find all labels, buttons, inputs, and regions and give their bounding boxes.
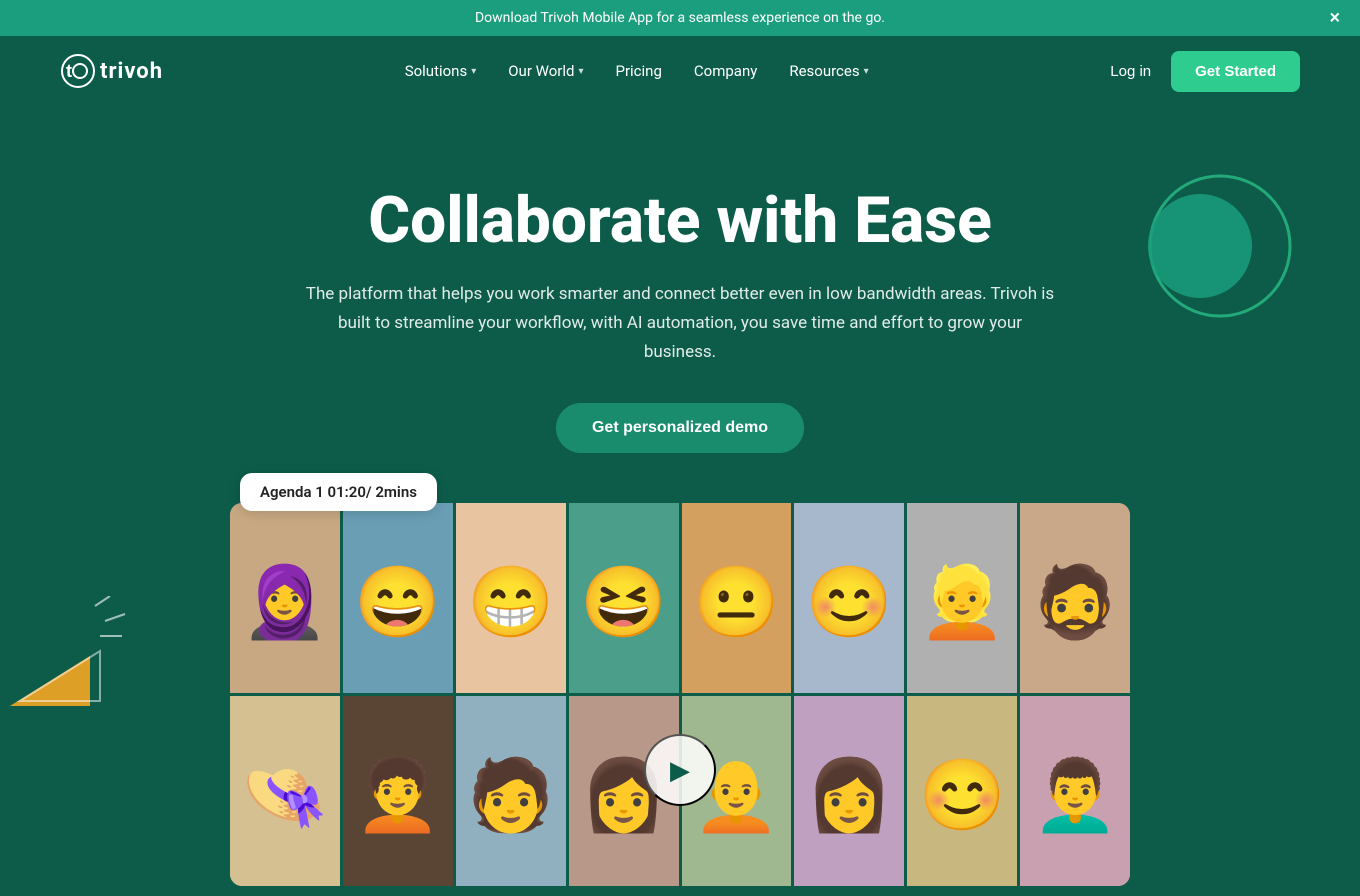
video-cell: 😁 xyxy=(456,503,566,693)
chevron-down-icon: ▾ xyxy=(471,66,476,77)
video-cell: 👱 xyxy=(907,503,1017,693)
close-announcement-button[interactable]: × xyxy=(1329,8,1340,29)
logo[interactable]: t trivoh xyxy=(60,53,163,89)
chevron-down-icon: ▾ xyxy=(864,66,869,77)
logo-text: trivoh xyxy=(100,59,163,84)
video-cell: 👩 xyxy=(794,696,904,886)
nav-right: Log in Get Started xyxy=(1110,51,1300,92)
chevron-down-icon: ▾ xyxy=(578,66,583,77)
video-cell: 😆 xyxy=(569,503,679,693)
video-cell: 🧔 xyxy=(1020,503,1130,693)
video-cell: 👒 xyxy=(230,696,340,886)
login-button[interactable]: Log in xyxy=(1110,63,1151,80)
video-cell: 😊 xyxy=(907,696,1017,886)
video-cell: 🧑‍🦱 xyxy=(343,696,453,886)
decoration-triangle xyxy=(0,596,130,716)
video-cell: 😐 xyxy=(682,503,792,693)
nav-our-world[interactable]: Our World ▾ xyxy=(508,62,583,80)
nav-solutions[interactable]: Solutions ▾ xyxy=(405,62,477,80)
main-nav: Solutions ▾ Our World ▾ Pricing Company … xyxy=(405,62,869,80)
hero-cta-button[interactable]: Get personalized demo xyxy=(556,403,804,453)
video-cell: 😄 xyxy=(343,503,453,693)
header: t trivoh Solutions ▾ Our World ▾ Pricing… xyxy=(0,36,1360,106)
video-area: Agenda 1 01:20/ 2mins 🧕 😄 😁 😆 😐 😊 👱 🧔 👒 … xyxy=(230,503,1130,886)
nav-company[interactable]: Company xyxy=(694,62,757,80)
video-cell: 👨‍🦱 xyxy=(1020,696,1130,886)
svg-text:t: t xyxy=(66,61,72,81)
announcement-bar: Download Trivoh Mobile App for a seamles… xyxy=(0,0,1360,36)
hero-section: Collaborate with Ease The platform that … xyxy=(0,106,1360,896)
decoration-circle xyxy=(1140,166,1300,326)
get-started-button[interactable]: Get Started xyxy=(1171,51,1300,92)
hero-subtitle: The platform that helps you work smarter… xyxy=(300,280,1060,367)
video-cell: 🧕 xyxy=(230,503,340,693)
play-button[interactable]: ▶ xyxy=(644,734,716,806)
nav-pricing[interactable]: Pricing xyxy=(615,62,661,80)
agenda-badge: Agenda 1 01:20/ 2mins xyxy=(240,473,437,511)
nav-resources[interactable]: Resources ▾ xyxy=(789,62,868,80)
video-cell: 🧑 xyxy=(456,696,566,886)
video-grid: 🧕 😄 😁 😆 😐 😊 👱 🧔 👒 🧑‍🦱 🧑 👩 🧑‍🦲 👩 xyxy=(230,503,1130,886)
announcement-text: Download Trivoh Mobile App for a seamles… xyxy=(475,10,885,26)
video-cell: 😊 xyxy=(794,503,904,693)
hero-title: Collaborate with Ease xyxy=(368,186,992,256)
logo-icon: t xyxy=(60,53,96,89)
